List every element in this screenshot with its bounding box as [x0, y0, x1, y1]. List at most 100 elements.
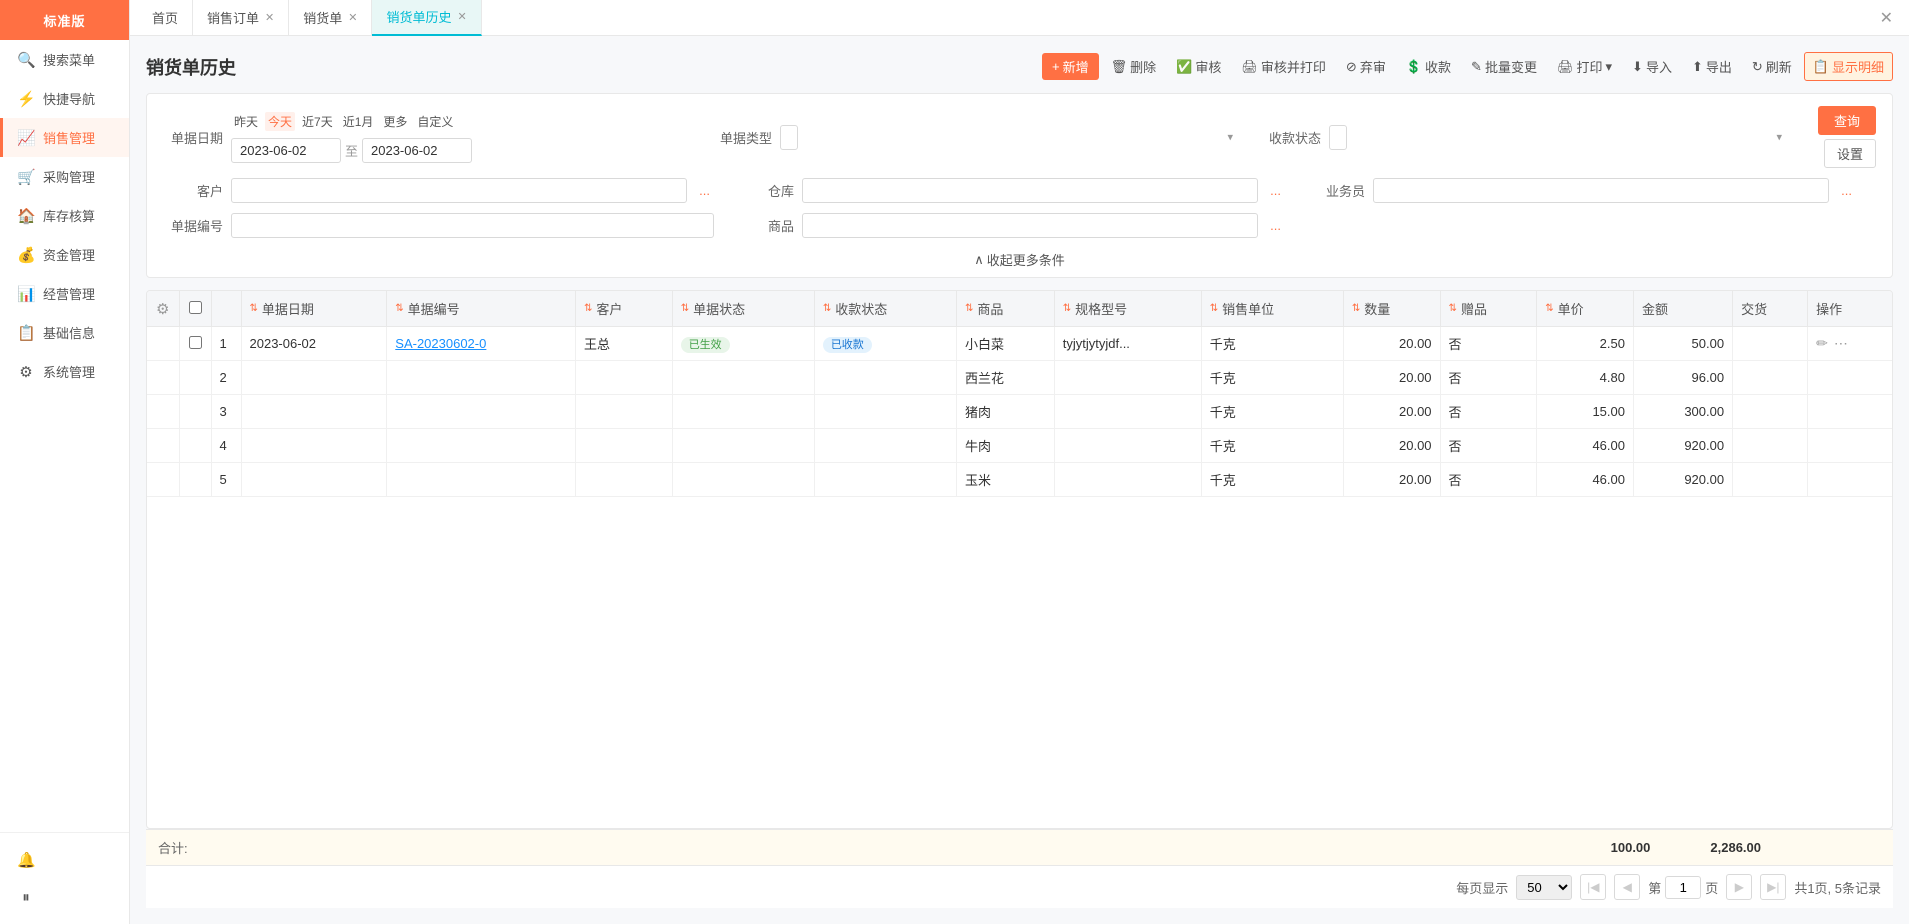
col-spec[interactable]: ⇅ 规格型号: [1054, 291, 1201, 327]
filter-payment-status-item: 收款状态: [1261, 125, 1810, 150]
date-custom[interactable]: 自定义: [414, 112, 456, 131]
total-info: 共1页, 5条记录: [1794, 878, 1881, 897]
sidebar-item-purchase[interactable]: 🛒 采购管理: [0, 157, 129, 196]
page-label: 第: [1648, 878, 1661, 897]
query-button[interactable]: 查询: [1818, 106, 1876, 135]
basic-icon: 📋: [17, 324, 35, 342]
settings-button[interactable]: 设置: [1824, 139, 1876, 168]
sidebar-bottom: 🔔 ⏸: [0, 832, 129, 924]
sidebar-item-system[interactable]: ⚙ 系统管理: [0, 352, 129, 391]
payment-status-select[interactable]: [1329, 125, 1347, 150]
payment-status-label: 收款状态: [1261, 128, 1321, 147]
col-payment-status[interactable]: ⇅ 收款状态: [814, 291, 956, 327]
sidebar-item-sales[interactable]: 📈 销售管理: [0, 118, 129, 157]
row-payment-status-cell: [814, 395, 956, 429]
sidebar-item-quicknav[interactable]: ⚡ 快捷导航: [0, 79, 129, 118]
collect-button[interactable]: 💲 收款: [1398, 53, 1459, 80]
col-customer[interactable]: ⇅ 客户: [575, 291, 672, 327]
sidebar-item-label: 资金管理: [43, 245, 95, 264]
tab-sales-history[interactable]: 销货单历史 ✕: [372, 0, 481, 36]
tab-sales-delivery[interactable]: 销货单 ✕: [289, 0, 372, 36]
tabs-close-all[interactable]: ✕: [1872, 8, 1901, 28]
warehouse-input[interactable]: [802, 178, 1258, 203]
sidebar-item-basic[interactable]: 📋 基础信息: [0, 313, 129, 352]
row-action-cell: [1808, 429, 1892, 463]
first-page-btn[interactable]: |◀: [1580, 874, 1606, 900]
print-button[interactable]: 🖨 打印 ▾: [1549, 53, 1620, 80]
row-spec-cell: [1054, 429, 1201, 463]
export-button[interactable]: ⬆ 导出: [1684, 53, 1740, 80]
col-doc-date[interactable]: ⇅ 单据日期: [241, 291, 387, 327]
import-button[interactable]: ⬇ 导入: [1624, 53, 1680, 80]
customer-picker-btn[interactable]: ...: [695, 183, 714, 198]
row-product-cell: 西兰花: [956, 361, 1054, 395]
col-unit-price[interactable]: ⇅ 单价: [1537, 291, 1634, 327]
last-page-btn[interactable]: ▶|: [1760, 874, 1786, 900]
col-doc-status[interactable]: ⇅ 单据状态: [672, 291, 814, 327]
date-today[interactable]: 今天: [265, 112, 295, 131]
sidebar-item-finance[interactable]: 💰 资金管理: [0, 235, 129, 274]
page-input[interactable]: [1665, 876, 1701, 899]
refresh-icon: ↻: [1752, 59, 1763, 75]
tab-home[interactable]: 首页: [138, 0, 193, 36]
audit-button[interactable]: ✅ 审核: [1168, 53, 1229, 80]
product-input[interactable]: [802, 213, 1258, 238]
date-1month[interactable]: 近1月: [340, 112, 377, 131]
product-picker-btn[interactable]: ...: [1266, 218, 1285, 233]
col-quantity[interactable]: ⇅ 数量: [1343, 291, 1440, 327]
col-unit[interactable]: ⇅ 销售单位: [1201, 291, 1343, 327]
date-from-input[interactable]: [231, 138, 341, 163]
edit-action-icon[interactable]: ✏: [1816, 335, 1828, 352]
filter-row-1: 单据日期 昨天 今天 近7天 近1月 更多 自定义 至: [163, 106, 1876, 168]
sidebar-item-inventory[interactable]: 🏠 库存核算: [0, 196, 129, 235]
collect-icon: 💲: [1406, 59, 1422, 75]
date-7days[interactable]: 近7天: [299, 112, 336, 131]
delete-button[interactable]: 🗑 删除: [1103, 53, 1165, 80]
tab-sales-order-close[interactable]: ✕: [265, 11, 274, 24]
table-settings-icon[interactable]: ⚙: [156, 301, 169, 318]
tab-sales-order[interactable]: 销售订单 ✕: [193, 0, 289, 36]
sidebar-notification[interactable]: 🔔: [0, 841, 129, 879]
date-more[interactable]: 更多: [380, 112, 410, 131]
row-date-cell: [241, 361, 387, 395]
refresh-button[interactable]: ↻ 刷新: [1744, 53, 1800, 80]
warehouse-picker-btn[interactable]: ...: [1266, 183, 1285, 198]
customer-input[interactable]: [231, 178, 687, 203]
row-checkbox[interactable]: [189, 336, 202, 349]
col-gift[interactable]: ⇅ 赠品: [1440, 291, 1537, 327]
row-num-cell: 2: [211, 361, 241, 395]
date-to-input[interactable]: [362, 138, 472, 163]
date-yesterday[interactable]: 昨天: [231, 112, 261, 131]
doctype-select[interactable]: [780, 125, 798, 150]
abandon-button[interactable]: ⊘ 弃审: [1338, 53, 1394, 80]
salesperson-input[interactable]: [1373, 178, 1829, 203]
sort-icon: ⇅: [823, 303, 831, 314]
delete-icon: 🗑: [1111, 59, 1128, 75]
salesperson-picker-btn[interactable]: ...: [1837, 183, 1856, 198]
sidebar-item-search[interactable]: 🔍 搜索菜单: [0, 40, 129, 79]
sidebar-item-label: 经营管理: [43, 284, 95, 303]
tab-sales-history-close[interactable]: ✕: [458, 10, 467, 23]
col-product[interactable]: ⇅ 商品: [956, 291, 1054, 327]
select-all-checkbox[interactable]: [189, 301, 202, 314]
show-detail-button[interactable]: 📋 显示明细: [1804, 52, 1893, 81]
prev-page-btn[interactable]: ◀: [1614, 874, 1640, 900]
doc-number-link[interactable]: SA-20230602-0: [395, 336, 486, 351]
page-size-select[interactable]: 50 100 200: [1516, 875, 1572, 900]
row-product-cell: 猪肉: [956, 395, 1054, 429]
tab-sales-delivery-close[interactable]: ✕: [348, 11, 357, 24]
next-page-btn[interactable]: ▶: [1726, 874, 1752, 900]
sidebar-item-operations[interactable]: 📊 经营管理: [0, 274, 129, 313]
collapse-button[interactable]: ∧ 收起更多条件: [966, 248, 1073, 271]
batch-change-button[interactable]: ✎ 批量变更: [1463, 53, 1545, 80]
docnumber-input[interactable]: [231, 213, 714, 238]
audit-print-button[interactable]: 🖨 审核并打印: [1233, 53, 1334, 80]
more-action-icon[interactable]: ⋯: [1834, 335, 1848, 352]
row-gear-cell: [147, 429, 179, 463]
row-unit-cell: 千克: [1201, 327, 1343, 361]
toolbar: + 新增 🗑 删除 ✅ 审核 🖨 审核并打印 ⊘ 弃审: [1042, 52, 1893, 81]
col-doc-number[interactable]: ⇅ 单据编号: [387, 291, 576, 327]
sidebar-pause[interactable]: ⏸: [0, 879, 129, 916]
footer-label: 合计:: [158, 838, 188, 857]
new-button[interactable]: + 新增: [1042, 53, 1099, 80]
